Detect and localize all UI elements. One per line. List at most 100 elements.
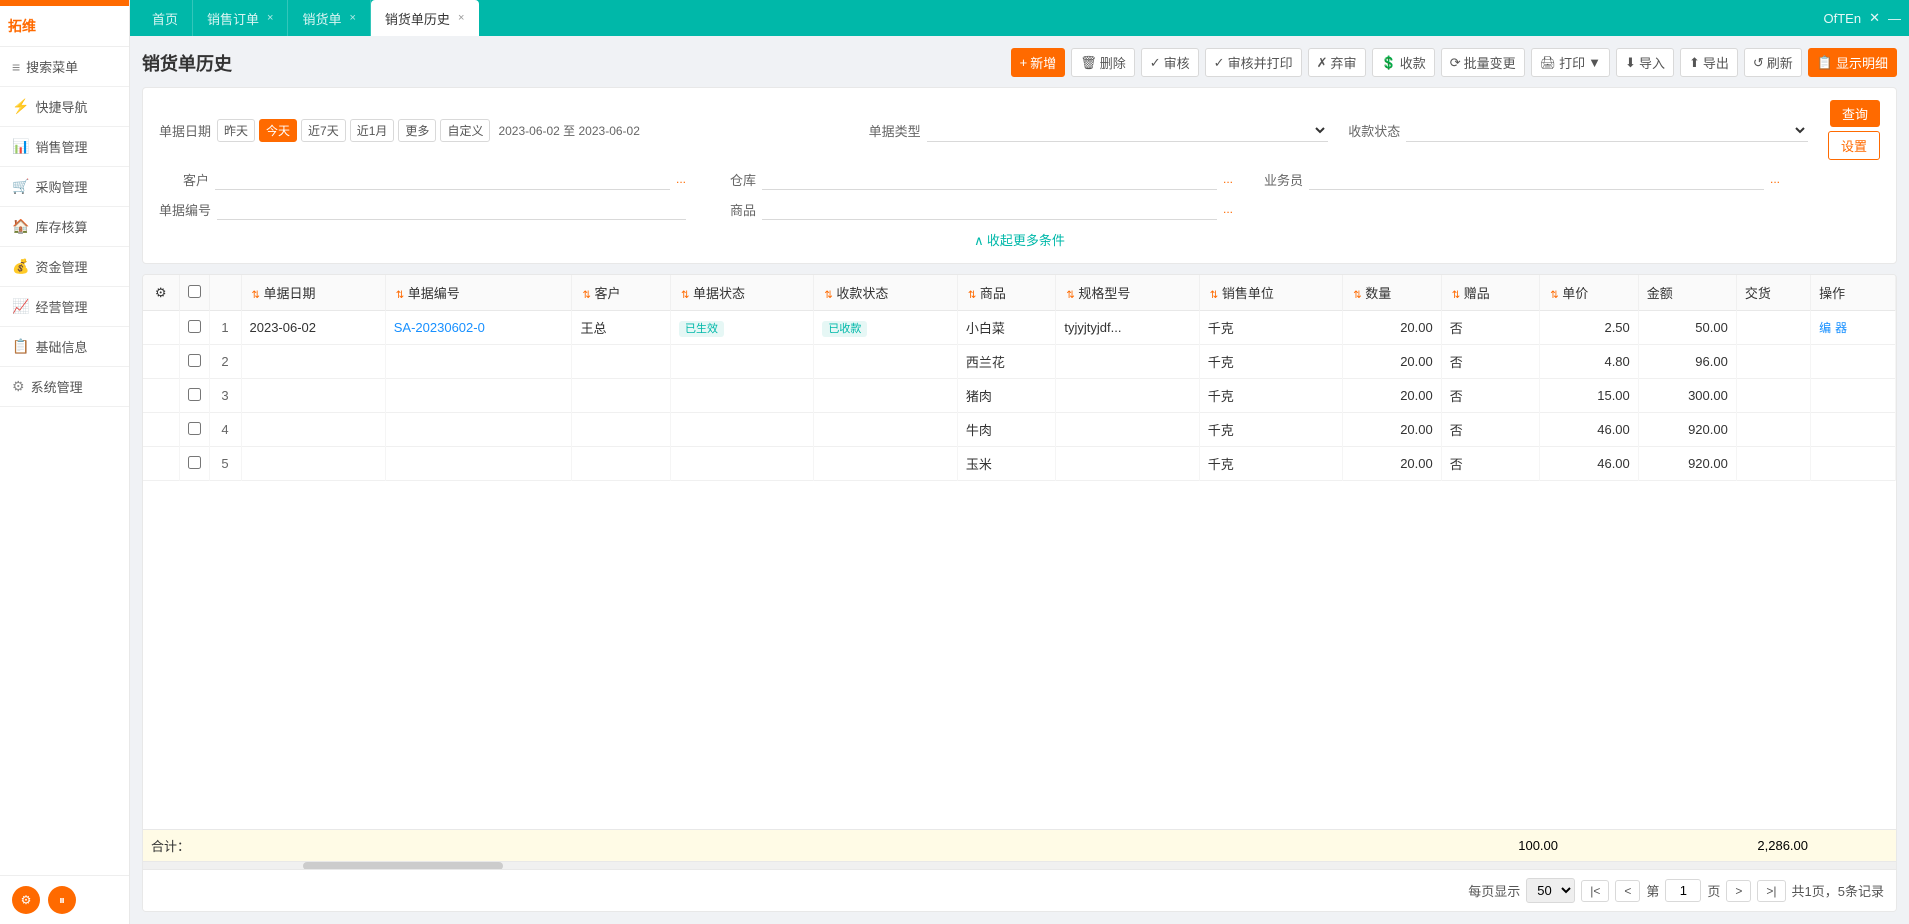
select-all-checkbox[interactable] (188, 285, 201, 298)
td-checkbox[interactable] (179, 345, 209, 379)
tab-sales-delivery[interactable]: 销货单 × (288, 0, 370, 36)
sidebar-item-system-mgmt[interactable]: ⚙ 系统管理 (0, 367, 129, 407)
td-num: 1 (209, 311, 241, 345)
sidebar-pause-icon[interactable]: ⏸ (48, 886, 76, 914)
import-button[interactable]: ⬇ 导入 (1616, 48, 1674, 77)
audit-button[interactable]: ✓ 审核 (1141, 48, 1199, 77)
date-more-btn[interactable]: 更多 (398, 119, 436, 142)
page-last-btn[interactable]: >| (1757, 880, 1785, 902)
export-button[interactable]: ⬆ 导出 (1680, 48, 1738, 77)
warehouse-input[interactable] (762, 168, 1217, 190)
sidebar-item-label: 采购管理 (35, 177, 87, 196)
td-checkbox[interactable] (179, 379, 209, 413)
sidebar-item-sales-mgmt[interactable]: 📊 销售管理 (0, 127, 129, 167)
td-checkbox[interactable] (179, 311, 209, 345)
filter-product-item: 商品 ... (706, 198, 1233, 220)
product-ellipsis[interactable]: ... (1223, 202, 1233, 216)
th-qty[interactable]: ⇅ 数量 (1343, 275, 1442, 311)
th-unit[interactable]: ⇅ 销售单位 (1199, 275, 1342, 311)
per-page-select[interactable]: 50 (1526, 878, 1575, 903)
td-doc-no[interactable]: SA-20230602-0 (385, 311, 572, 345)
batch-change-button[interactable]: ⟳ 批量变更 (1441, 48, 1525, 77)
th-settings[interactable]: ⚙ (143, 275, 179, 311)
sidebar-item-operation-mgmt[interactable]: 📈 经营管理 (0, 287, 129, 327)
page-input[interactable] (1665, 879, 1701, 902)
page-next-btn[interactable]: > (1726, 880, 1751, 902)
sidebar-item-finance-mgmt[interactable]: 💰 资金管理 (0, 247, 129, 287)
doc-no-input[interactable] (217, 198, 686, 220)
sidebar-item-label: 资金管理 (35, 257, 87, 276)
collapse-btn[interactable]: ∧ 收起更多条件 (159, 228, 1880, 251)
page-first-btn[interactable]: |< (1581, 880, 1609, 902)
audit-print-icon: ✓ (1214, 55, 1225, 71)
often-text: OfTEn (1824, 11, 1862, 26)
product-input[interactable] (762, 198, 1217, 220)
show-detail-button[interactable]: 📋 显示明细 (1808, 48, 1897, 77)
td-amount: 920.00 (1638, 413, 1736, 447)
salesperson-input[interactable] (1309, 168, 1764, 190)
refresh-button[interactable]: ↺ 刷新 (1744, 48, 1802, 77)
horizontal-scrollbar[interactable] (143, 861, 1896, 869)
th-gift[interactable]: ⇅ 赠品 (1441, 275, 1540, 311)
collect-button[interactable]: 💲 收款 (1372, 48, 1435, 77)
query-button[interactable]: 查询 (1830, 100, 1880, 127)
tab-sales-history[interactable]: 销货单历史 × (371, 0, 479, 36)
date-custom-btn[interactable]: 自定义 (440, 119, 490, 142)
th-doc-date[interactable]: ⇅ 单据日期 (241, 275, 385, 311)
customer-input[interactable] (215, 168, 670, 190)
delete-icon: 🗑 (1080, 55, 1097, 71)
td-checkbox[interactable] (179, 447, 209, 481)
date-today-btn[interactable]: 今天 (259, 119, 297, 142)
tab-home[interactable]: 首页 (138, 0, 193, 36)
td-doc-no[interactable] (385, 447, 572, 481)
th-doc-no[interactable]: ⇅ 单据编号 (385, 275, 572, 311)
customer-ellipsis[interactable]: ... (676, 172, 686, 186)
footer-label: 合计： (151, 836, 231, 855)
td-checkbox[interactable] (179, 413, 209, 447)
abandon-button[interactable]: ✗ 弃审 (1308, 48, 1366, 77)
sidebar-item-inventory[interactable]: 🏠 库存核算 (0, 207, 129, 247)
settings-button[interactable]: 设置 (1828, 131, 1880, 160)
collect-status-select[interactable] (1406, 118, 1808, 142)
date-7days-btn[interactable]: 近7天 (301, 119, 346, 142)
th-customer[interactable]: ⇅ 客户 (572, 275, 671, 311)
topbar-minimize-btn[interactable]: — (1888, 11, 1901, 26)
tab-sales-order[interactable]: 销售订单 × (193, 0, 288, 36)
td-transaction (1736, 447, 1810, 481)
close-sales-history-tab[interactable]: × (458, 12, 464, 24)
print-button[interactable]: 🖨 打印 ▼ (1531, 48, 1610, 77)
close-sales-delivery-tab[interactable]: × (349, 12, 355, 24)
date-yesterday-btn[interactable]: 昨天 (217, 119, 255, 142)
sidebar-item-search-menu[interactable]: ≡ 搜索菜单 (0, 47, 129, 87)
system-icon: ⚙ (12, 378, 25, 395)
sidebar-item-quick-nav[interactable]: ⚡ 快捷导航 (0, 87, 129, 127)
td-collect-status: 已收款 (814, 311, 957, 345)
th-unit-price[interactable]: ⇅ 单价 (1540, 275, 1639, 311)
td-doc-no[interactable] (385, 413, 572, 447)
td-doc-no[interactable] (385, 345, 572, 379)
delete-button[interactable]: 🗑 删除 (1071, 48, 1135, 77)
table-scroll-area[interactable]: ⚙ ⇅ 单据日期 ⇅ 单据编号 (143, 275, 1896, 829)
topbar-close-btn[interactable]: ✕ (1869, 10, 1880, 26)
page-unit: 页 (1707, 881, 1720, 900)
sort-icon: ⇅ (1066, 290, 1074, 301)
td-doc-no[interactable] (385, 379, 572, 413)
date-1month-btn[interactable]: 近1月 (350, 119, 395, 142)
audit-print-button[interactable]: ✓ 审核并打印 (1205, 48, 1302, 77)
add-button[interactable]: + 新增 (1011, 48, 1066, 77)
th-collect-status[interactable]: ⇅ 收款状态 (814, 275, 957, 311)
salesperson-ellipsis[interactable]: ... (1770, 172, 1780, 186)
th-doc-status[interactable]: ⇅ 单据状态 (670, 275, 813, 311)
td-action (1811, 345, 1896, 379)
close-sales-order-tab[interactable]: × (267, 12, 273, 24)
page-prev-btn[interactable]: < (1615, 880, 1640, 902)
doc-type-select[interactable] (927, 118, 1329, 142)
th-spec[interactable]: ⇅ 规格型号 (1056, 275, 1199, 311)
sort-icon: ⇅ (582, 290, 590, 301)
sidebar-settings-icon[interactable]: ⚙ (12, 886, 40, 914)
sidebar-item-basic-info[interactable]: 📋 基础信息 (0, 327, 129, 367)
abandon-icon: ✗ (1317, 55, 1328, 71)
th-product[interactable]: ⇅ 商品 (957, 275, 1056, 311)
sidebar-item-purchase-mgmt[interactable]: 🛒 采购管理 (0, 167, 129, 207)
warehouse-ellipsis[interactable]: ... (1223, 172, 1233, 186)
